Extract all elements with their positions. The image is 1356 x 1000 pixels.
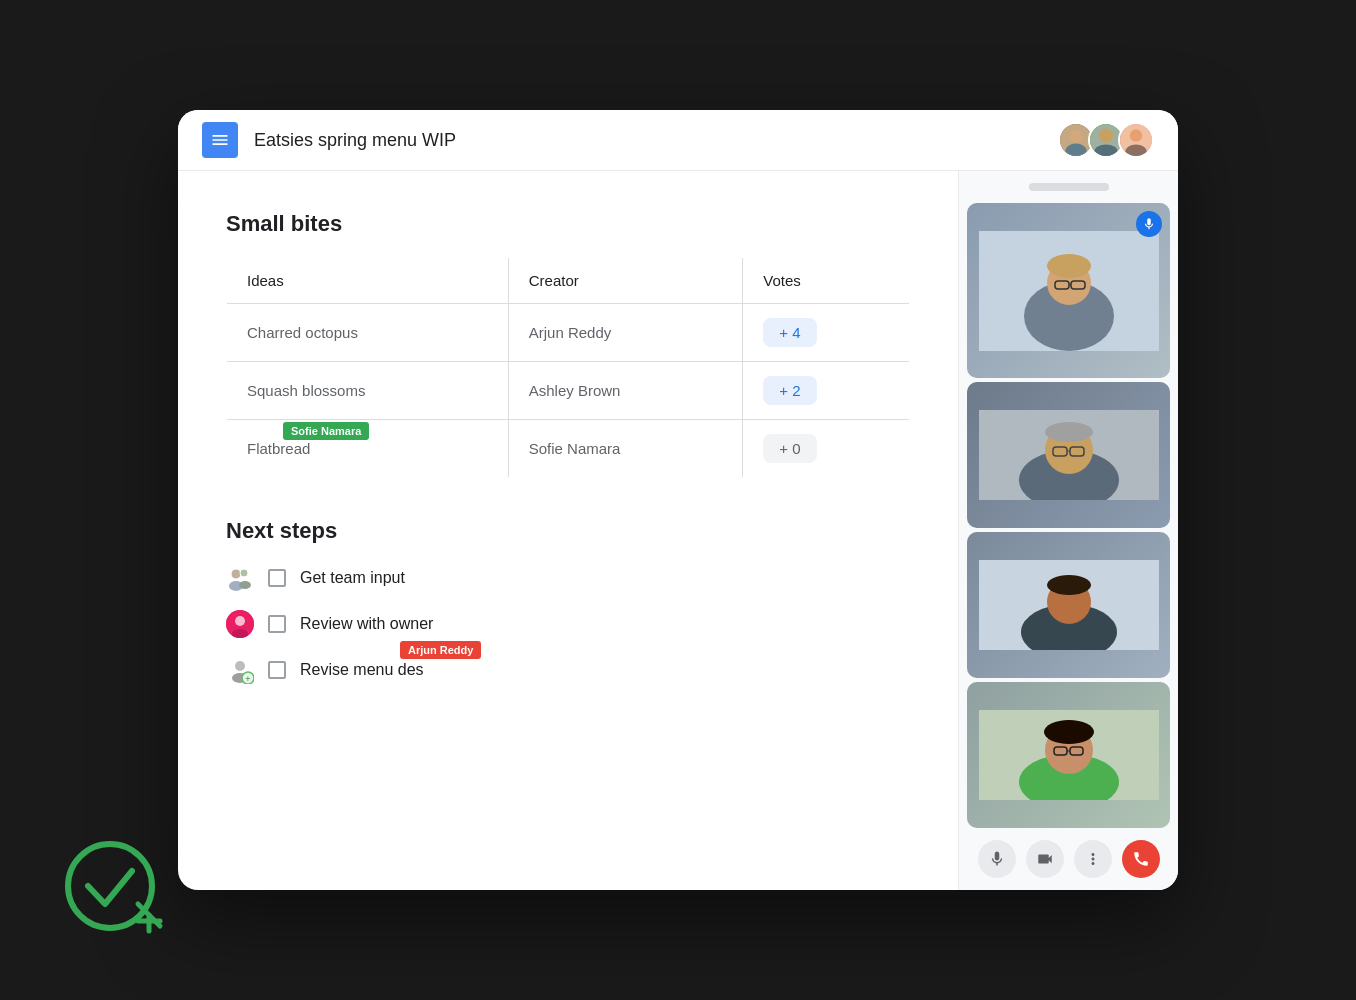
svg-point-30 [1045,422,1093,442]
table-row: Squash blossoms Ashley Brown + 2 [227,362,910,420]
team-avatar-icon [226,564,254,592]
ideas-table: Ideas Creator Votes Charred octopus Arju… [226,257,910,478]
svg-point-37 [1047,575,1091,595]
video-top-bar [959,171,1178,203]
collaborator-avatar-3 [1118,122,1154,158]
cell-idea-1: Charred octopus [227,304,509,362]
svg-point-9 [231,569,241,579]
svg-point-23 [1047,254,1091,278]
section-next-steps: Next steps Get team input [226,518,910,684]
svg-point-11 [240,569,248,577]
collaborator-avatars [1058,122,1154,158]
svg-point-4 [1099,128,1113,142]
video-controls [959,828,1178,890]
cell-votes-2: + 2 [743,362,910,420]
cursor-tooltip-arjun: Arjun Reddy [400,641,481,659]
svg-point-8 [1125,144,1146,158]
cell-creator-1: Arjun Reddy [508,304,743,362]
video-tile-4 [967,682,1170,828]
assign-icon: + [226,656,254,684]
cursor-tooltip-sofie: Sofie Namara [283,422,369,440]
svg-point-12 [239,581,251,589]
more-button[interactable] [1074,840,1112,878]
section-next-steps-title: Next steps [226,518,910,544]
svg-point-41 [1044,720,1094,744]
checklist-item-1: Get team input [226,564,910,592]
section-small-bites: Small bites Ideas Creator Votes Charred … [226,211,910,478]
col-header-votes: Votes [743,258,910,304]
col-header-ideas: Ideas [227,258,509,304]
cell-idea-2: Squash blossoms [227,362,509,420]
col-header-creator: Creator [508,258,743,304]
svg-point-45 [68,844,152,928]
video-tile-2 [967,382,1170,528]
checklist-label-3: Revise menu des Arjun Reddy [300,661,424,679]
vote-badge-3[interactable]: + 0 [763,434,816,463]
document-area: Small bites Ideas Creator Votes Charred … [178,171,958,890]
checklist-label-2: Review with owner [300,615,433,633]
svg-point-14 [235,616,245,626]
video-tile-1 [967,203,1170,378]
cell-votes-1: + 4 [743,304,910,362]
app-window: Eatsies spring menu WIP [178,110,1178,890]
svg-point-5 [1094,144,1117,158]
cell-creator-2: Ashley Brown [508,362,743,420]
checkbox-2[interactable] [268,615,286,633]
vote-badge-1[interactable]: + 4 [763,318,816,347]
end-call-button[interactable] [1122,840,1160,878]
cell-creator-3: Sofie Namara [508,420,743,478]
mic-button[interactable] [978,840,1016,878]
checklist-item-3: + Revise menu des Arjun Reddy [226,656,910,684]
video-panel [958,171,1178,890]
document-title: Eatsies spring menu WIP [254,130,1058,151]
app-icon [202,122,238,158]
svg-point-7 [1130,129,1142,141]
mic-active-icon [1136,211,1162,237]
table-row: Flatbread Sofie Namara Sofie Namara + 0 [227,420,910,478]
video-button[interactable] [1026,840,1064,878]
section-small-bites-title: Small bites [226,211,910,237]
checkbox-1[interactable] [268,569,286,587]
checklist-item-2: Review with owner [226,610,910,638]
video-top-pill [1029,183,1109,191]
cell-votes-3: + 0 [743,420,910,478]
svg-text:+: + [245,674,250,684]
video-tile-3 [967,532,1170,678]
cell-idea-3: Flatbread Sofie Namara [227,420,509,478]
checklist-label-1: Get team input [300,569,405,587]
checkbox-3[interactable] [268,661,286,679]
svg-point-1 [1070,130,1082,142]
main-content: Small bites Ideas Creator Votes Charred … [178,171,1178,890]
person-avatar-icon [226,610,254,638]
svg-point-16 [235,661,245,671]
table-row: Charred octopus Arjun Reddy + 4 [227,304,910,362]
svg-point-2 [1065,144,1086,158]
video-grid [959,203,1178,828]
header: Eatsies spring menu WIP [178,110,1178,171]
vote-badge-2[interactable]: + 2 [763,376,816,405]
checkmark-decoration [60,826,170,940]
